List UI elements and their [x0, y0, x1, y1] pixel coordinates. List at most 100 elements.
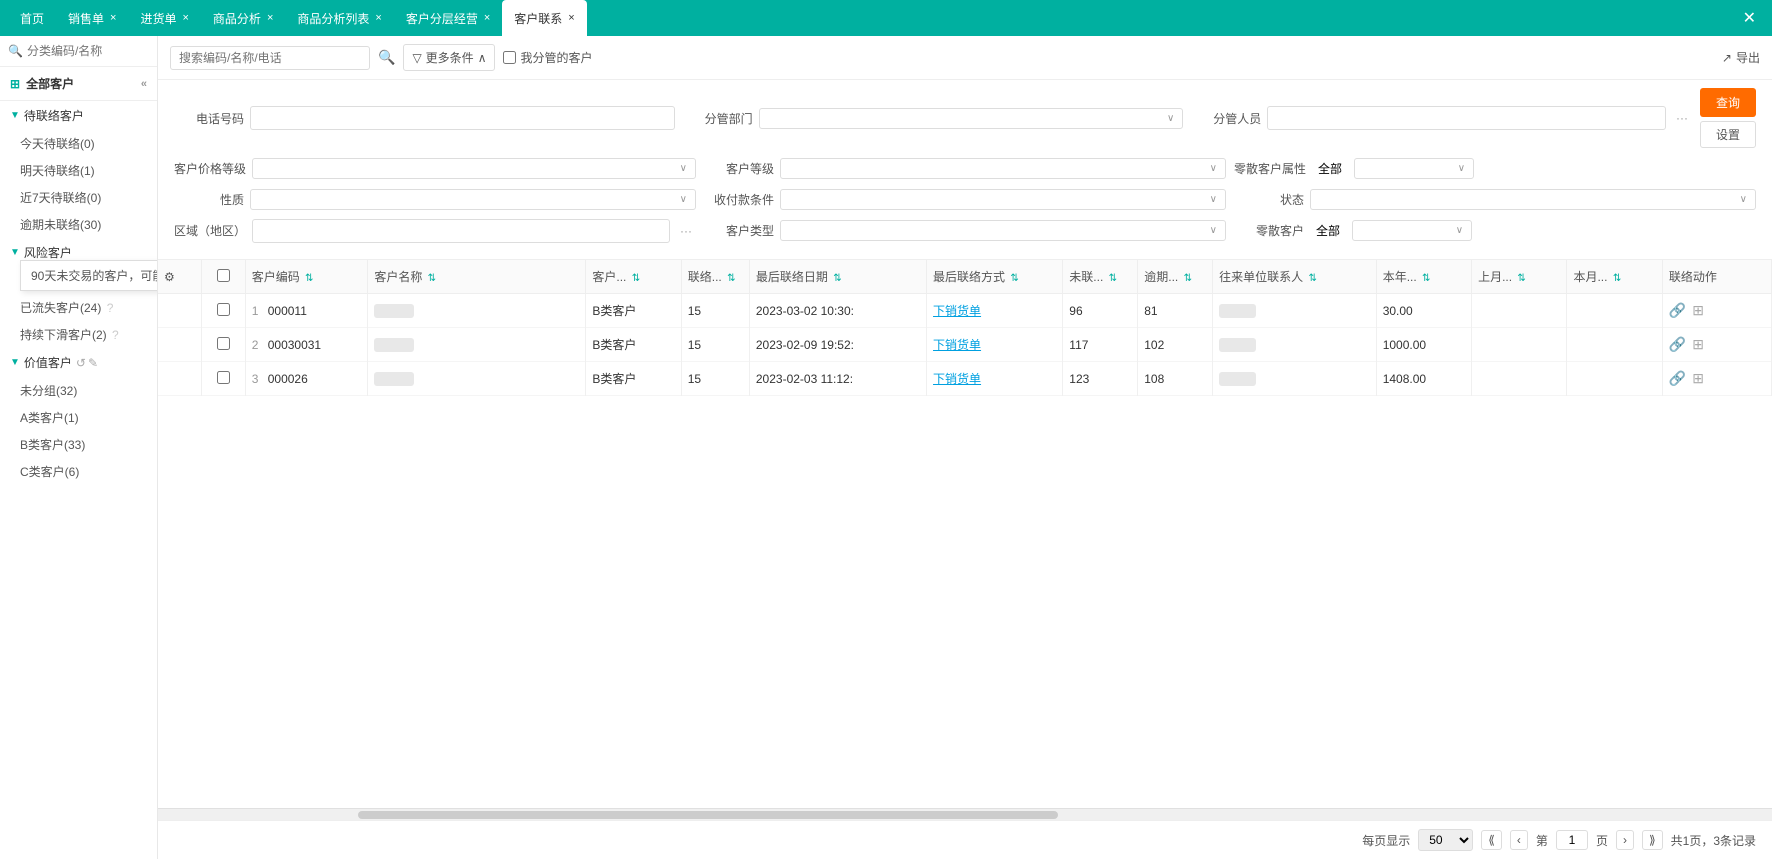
prev-page-button[interactable]: ‹ [1510, 830, 1528, 850]
col-checkbox[interactable] [202, 260, 246, 294]
filter-region-input[interactable] [252, 219, 670, 243]
sidebar-group-value[interactable]: ▼ 价值客户 ↺ ✎ [0, 348, 157, 377]
scrollbar-thumb[interactable] [358, 811, 1058, 819]
first-page-button[interactable]: ⟪ [1481, 830, 1502, 850]
filter-nature-select[interactable]: ∨ [250, 189, 696, 210]
action-link-icon[interactable]: 🔗 [1669, 302, 1686, 319]
action-grid-icon[interactable]: ⊞ [1692, 370, 1704, 387]
edit-icon[interactable]: ✎ [88, 356, 98, 370]
arrow-value: ▼ [10, 357, 20, 368]
close-tab-analysis-list[interactable]: × [375, 12, 381, 24]
sidebar-item-churned[interactable]: 已流失客户(24) ? [0, 294, 157, 321]
col-code[interactable]: 客户编码 ⇅ [245, 260, 368, 294]
content-area: 🔍 ▽ 更多条件 ∧ 我分管的客户 ↗ 导出 电话号码 [158, 36, 1772, 859]
col-settings[interactable]: ⚙ [158, 260, 202, 294]
col-this-year[interactable]: 本年... ⇅ [1376, 260, 1471, 294]
col-contact[interactable]: 联络... ⇅ [681, 260, 749, 294]
filter-scatter-cust-label: 零散客户 [1234, 222, 1304, 239]
query-button[interactable]: 查询 [1700, 88, 1756, 117]
row-checkbox-cell[interactable] [202, 294, 246, 328]
filter-scatter-attr-select[interactable]: ∨ [1354, 158, 1474, 179]
close-tab-purchase[interactable]: × [182, 12, 188, 24]
sidebar-item-7days[interactable]: 近7天待联络(0) [0, 184, 157, 211]
filter-person-dots[interactable]: ··· [1672, 111, 1692, 125]
row-last-method[interactable]: 下销货单 [927, 294, 1063, 328]
col-last-month[interactable]: 上月... ⇅ [1472, 260, 1567, 294]
per-page-select[interactable]: 50 100 200 [1418, 829, 1473, 851]
action-grid-icon[interactable]: ⊞ [1692, 302, 1704, 319]
sidebar-item-a-class[interactable]: A类客户(1) [0, 404, 157, 431]
sidebar-group-risk[interactable]: ▼ 风险客户 90天未交易的客户，可能有流失风险。 [0, 238, 157, 267]
tab-purchase[interactable]: 进货单 × [128, 0, 200, 36]
sidebar-item-today[interactable]: 今天待联络(0) [0, 130, 157, 157]
filter-cust-type-select[interactable]: ∨ [780, 220, 1226, 241]
close-tab-customer-layer[interactable]: × [484, 12, 490, 24]
close-tab-customer-contact[interactable]: × [568, 12, 574, 24]
row-contact-person [1213, 294, 1377, 328]
row-checkbox[interactable] [217, 337, 230, 350]
row-last-method[interactable]: 下销货单 [927, 362, 1063, 396]
close-tab-sales[interactable]: × [110, 12, 116, 24]
row-checkbox-cell[interactable] [202, 362, 246, 396]
settings-button[interactable]: 设置 [1700, 121, 1756, 148]
sidebar-item-tomorrow[interactable]: 明天待联络(1) [0, 157, 157, 184]
filter-phone-input[interactable] [250, 106, 675, 130]
filter-region-dots[interactable]: ··· [676, 224, 696, 238]
filter-payment-select[interactable]: ∨ [780, 189, 1226, 210]
row-checkbox[interactable] [217, 371, 230, 384]
action-link-icon[interactable]: 🔗 [1669, 336, 1686, 353]
my-customers-checkbox[interactable] [503, 51, 516, 64]
filter-status-select[interactable]: ∨ [1310, 189, 1756, 210]
tab-customer-layer[interactable]: 客户分层经营 × [394, 0, 502, 36]
last-page-button[interactable]: ⟫ [1642, 830, 1663, 850]
col-overdue[interactable]: 逾期... ⇅ [1138, 260, 1213, 294]
col-uncontacted[interactable]: 未联... ⇅ [1063, 260, 1138, 294]
filter-person-input[interactable] [1267, 106, 1666, 130]
filter-scatter-cust-select[interactable]: ∨ [1352, 220, 1472, 241]
filter-search-input[interactable] [170, 46, 370, 70]
tab-analysis[interactable]: 商品分析 × [201, 0, 285, 36]
filter-dept-select[interactable]: ∨ [759, 108, 1184, 129]
sidebar-item-overdue[interactable]: 逾期未联络(30) [0, 211, 157, 238]
col-name[interactable]: 客户名称 ⇅ [368, 260, 586, 294]
next-page-button[interactable]: › [1616, 830, 1634, 850]
my-customers-filter[interactable]: 我分管的客户 [503, 49, 592, 66]
sidebar-item-b-class[interactable]: B类客户(33) [0, 431, 157, 458]
last-method-link[interactable]: 下销货单 [933, 304, 981, 318]
row-checkbox[interactable] [217, 303, 230, 316]
action-link-icon[interactable]: 🔗 [1669, 370, 1686, 387]
filter-price-level-select[interactable]: ∨ [252, 158, 696, 179]
col-last-date[interactable]: 最后联络日期 ⇅ [749, 260, 926, 294]
tab-home[interactable]: 首页 [8, 0, 56, 36]
close-all-button[interactable]: ✕ [1735, 8, 1764, 28]
last-method-link[interactable]: 下销货单 [933, 338, 981, 352]
col-type[interactable]: 客户... ⇅ [586, 260, 681, 294]
last-method-link[interactable]: 下销货单 [933, 372, 981, 386]
close-tab-analysis[interactable]: × [267, 12, 273, 24]
filter-search-button[interactable]: 🔍 [378, 49, 395, 66]
row-last-method[interactable]: 下销货单 [927, 328, 1063, 362]
horizontal-scrollbar[interactable] [158, 808, 1772, 820]
page-input[interactable] [1556, 830, 1588, 850]
action-grid-icon[interactable]: ⊞ [1692, 336, 1704, 353]
tab-sales[interactable]: 销售单 × [56, 0, 128, 36]
col-last-method[interactable]: 最后联络方式 ⇅ [927, 260, 1063, 294]
sidebar-collapse-icon[interactable]: « [141, 78, 147, 90]
sidebar-item-ungroup[interactable]: 未分组(32) [0, 377, 157, 404]
sidebar-item-declining[interactable]: 持续下滑客户(2) ? [0, 321, 157, 348]
sidebar-item-c-class[interactable]: C类客户(6) [0, 458, 157, 485]
col-this-month[interactable]: 本月... ⇅ [1567, 260, 1662, 294]
sidebar-group-pending[interactable]: ▼ 待联络客户 [0, 101, 157, 130]
filter-level-select[interactable]: ∨ [780, 158, 1226, 179]
tab-analysis-list[interactable]: 商品分析列表 × [285, 0, 393, 36]
sidebar-search-input[interactable] [27, 44, 149, 58]
col-contact-person[interactable]: 往来单位联系人 ⇅ [1213, 260, 1377, 294]
filter-more-conditions[interactable]: ▽ 更多条件 ∧ [403, 44, 495, 71]
table-header-row: ⚙ 客户编码 ⇅ 客户名称 ⇅ 客户... ⇅ 联络... ⇅ 最后联络日期 ⇅… [158, 260, 1772, 294]
sidebar-all-customers[interactable]: ⊞ 全部客户 « [0, 67, 157, 101]
row-checkbox-cell[interactable] [202, 328, 246, 362]
tab-customer-contact[interactable]: 客户联系 × [502, 0, 586, 36]
refresh-icon[interactable]: ↺ [76, 356, 86, 370]
export-button[interactable]: ↗ 导出 [1722, 49, 1760, 66]
select-all-checkbox[interactable] [217, 269, 230, 282]
